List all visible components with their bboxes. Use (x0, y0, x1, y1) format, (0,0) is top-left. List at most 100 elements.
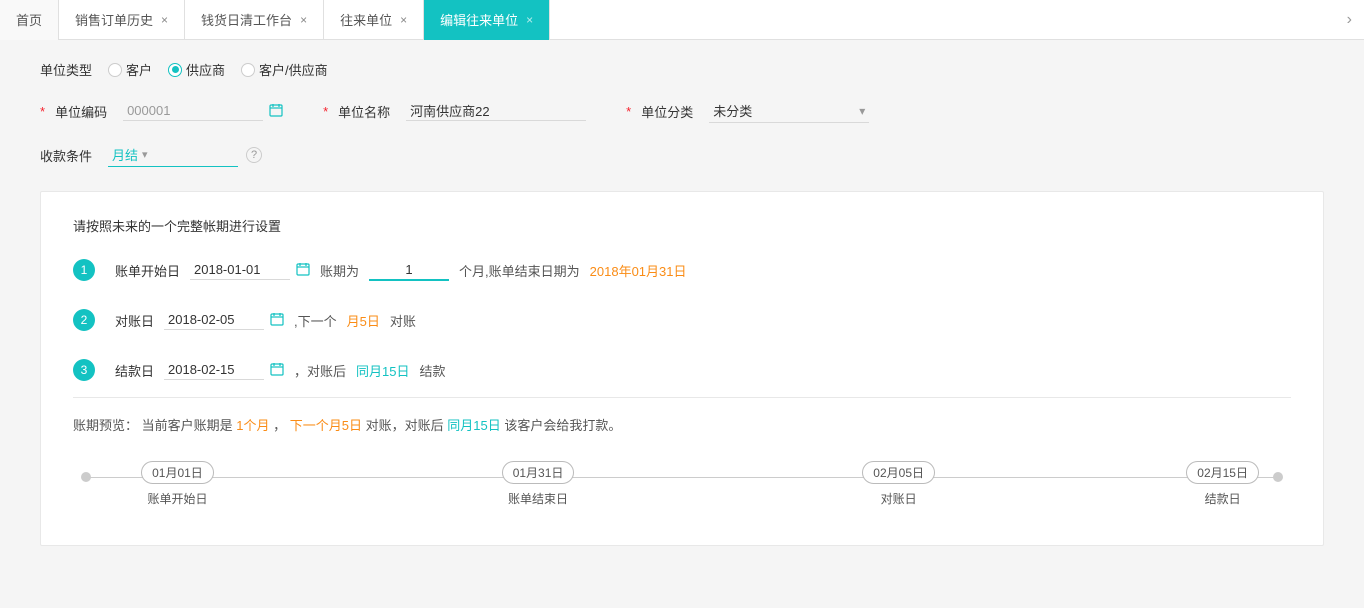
tl-node-1: 01月01日 账单开始日 (141, 461, 214, 507)
step-3-label: 结款日 (115, 361, 154, 380)
step-1-num: 1 (73, 259, 95, 281)
payment-condition-value: 月结 (112, 145, 138, 164)
step-1-period-input[interactable] (369, 260, 449, 281)
tab-edit-partner-unit[interactable]: 编辑往来单位 × (424, 0, 550, 40)
step-1-period-suffix: 个月,账单结束日期为 (459, 261, 580, 280)
unit-info-row: * 单位编码 * 单位名称 * 单位 (40, 99, 1324, 123)
tab-home[interactable]: 首页 (0, 0, 59, 40)
preview-label: 账期预览： (73, 418, 138, 433)
unit-name-input[interactable] (406, 101, 586, 121)
unit-type-row: 单位类型 客户 供应商 客户/供应商 (40, 60, 1324, 79)
radio-supplier-circle (168, 63, 182, 77)
radio-customer-label: 客户 (126, 60, 152, 79)
tab-edit-partner-unit-label: 编辑往来单位 (440, 10, 518, 29)
step-2-suffix2: 对账 (390, 311, 416, 330)
step-3-highlight1: 同月15日 (356, 361, 409, 380)
tl-badge-4: 02月15日 (1186, 461, 1259, 484)
timeline-track: 01月01日 账单开始日 01月31日 账单结束日 02月05日 对账日 02月… (81, 461, 1283, 521)
timeline-dot-right (1273, 472, 1283, 482)
tab-sales-order-history[interactable]: 销售订单历史 × (59, 0, 185, 40)
payment-condition-select[interactable]: 月结 ▾ (108, 143, 238, 167)
step-1-date-wrap (190, 260, 310, 280)
tab-sales-order-history-close[interactable]: × (161, 14, 168, 26)
step-2-row: 2 对账日 ,下一个 月5日 对账 (73, 309, 1291, 331)
step-3-content: 结款日 ，对账后 同月15日 结款 (115, 360, 446, 380)
step-2-suffix1: ,下一个 (294, 311, 337, 330)
radio-customer[interactable]: 客户 (108, 60, 152, 79)
radio-supplier-label: 供应商 (186, 60, 225, 79)
tab-partner-unit[interactable]: 往来单位 × (324, 0, 424, 40)
radio-supplier[interactable]: 供应商 (168, 60, 225, 79)
step-3-date-wrap (164, 360, 284, 380)
preview-text-3: 对账，对账后 (366, 418, 444, 433)
tab-sales-order-history-label: 销售订单历史 (75, 10, 153, 29)
tl-badge-2: 01月31日 (502, 461, 575, 484)
tl-label-4: 结款日 (1205, 490, 1241, 507)
tl-node-3: 02月05日 对账日 (862, 461, 935, 507)
preview-text-1: 当前客户账期是 (142, 418, 233, 433)
main-content: 单位类型 客户 供应商 客户/供应商 * 单位编码 (0, 40, 1364, 608)
radio-customer-supplier-circle (241, 63, 255, 77)
step-2-date-input[interactable] (164, 310, 264, 330)
step-2-content: 对账日 ,下一个 月5日 对账 (115, 310, 416, 330)
unit-type-label: 单位类型 (40, 60, 92, 79)
tl-node-2: 01月31日 账单结束日 (502, 461, 575, 507)
timeline-line (85, 477, 1279, 478)
payment-condition-arrow: ▾ (142, 148, 148, 161)
tab-partner-unit-label: 往来单位 (340, 10, 392, 29)
step-3-num: 3 (73, 359, 95, 381)
step-1-content: 账单开始日 账期为 个月,账单结束日期为 2018年01月3 (115, 260, 687, 281)
payment-condition-row: 收款条件 月结 ▾ ? (40, 143, 1324, 167)
required-star-code: * (40, 104, 45, 119)
timeline-dot-left (81, 472, 91, 482)
step-1-calendar-icon[interactable] (296, 262, 310, 279)
unit-code-group: * 单位编码 (40, 101, 283, 121)
help-icon[interactable]: ? (246, 147, 262, 163)
step-1-row: 1 账单开始日 账期为 个月,账单结束日期为 (73, 259, 1291, 281)
unit-category-value: 未分类 (713, 101, 855, 120)
unit-code-icon[interactable] (269, 103, 283, 120)
unit-name-group: * 单位名称 (323, 101, 586, 121)
tabs-bar: 首页 销售订单历史 × 钱货日清工作台 × 往来单位 × 编辑往来单位 × › (0, 0, 1364, 40)
tab-edit-partner-unit-close[interactable]: × (526, 14, 533, 26)
radio-group: 客户 供应商 客户/供应商 (108, 60, 328, 79)
card-section: 请按照未来的一个完整帐期进行设置 1 账单开始日 (40, 191, 1324, 546)
radio-customer-supplier-label: 客户/供应商 (259, 60, 328, 79)
unit-category-arrow: ▾ (859, 104, 865, 118)
tl-badge-3: 02月05日 (862, 461, 935, 484)
unit-category-label: 单位分类 (641, 102, 693, 121)
radio-customer-supplier[interactable]: 客户/供应商 (241, 60, 328, 79)
tab-cash-flow-workbench-close[interactable]: × (300, 14, 307, 26)
preview-highlight3: 同月15日 (447, 418, 500, 433)
timeline-container: 01月01日 账单开始日 01月31日 账单结束日 02月05日 对账日 02月… (73, 453, 1291, 521)
tl-label-1: 账单开始日 (147, 490, 207, 507)
preview-highlight1: 1个月 (236, 418, 269, 433)
step-1-date-input[interactable] (190, 260, 290, 280)
step-3-suffix1: ，对账后 (294, 361, 346, 380)
tab-expand-button[interactable]: › (1335, 11, 1364, 29)
card-description: 请按照未来的一个完整帐期进行设置 (73, 216, 1291, 235)
tab-partner-unit-close[interactable]: × (400, 14, 407, 26)
step-2-highlight1: 月5日 (347, 311, 380, 330)
step-3-row: 3 结款日 ，对账后 同月15日 结款 (73, 359, 1291, 381)
unit-code-input-wrap (123, 101, 283, 121)
preview-text-2: ， (273, 418, 286, 433)
unit-category-select[interactable]: 未分类 ▾ (709, 99, 869, 123)
required-star-name: * (323, 104, 328, 119)
radio-customer-circle (108, 63, 122, 77)
tl-label-3: 对账日 (881, 490, 917, 507)
step-1-end-date: 2018年01月31日 (590, 261, 687, 280)
unit-name-label: 单位名称 (338, 102, 390, 121)
step-3-calendar-icon[interactable] (270, 362, 284, 379)
tab-cash-flow-workbench[interactable]: 钱货日清工作台 × (185, 0, 324, 40)
preview-text-4: 该客户会给我打款。 (504, 418, 621, 433)
step-1-label: 账单开始日 (115, 261, 180, 280)
unit-code-input[interactable] (123, 101, 263, 121)
step-3-suffix2: 结款 (420, 361, 446, 380)
step-2-calendar-icon[interactable] (270, 312, 284, 329)
tl-label-2: 账单结束日 (508, 490, 568, 507)
preview-section: 账期预览： 当前客户账期是 1个月 ， 下一个月5日 对账，对账后 同月15日 … (73, 414, 1291, 453)
step-3-date-input[interactable] (164, 360, 264, 380)
tl-badge-1: 01月01日 (141, 461, 214, 484)
payment-condition-label: 收款条件 (40, 146, 92, 165)
